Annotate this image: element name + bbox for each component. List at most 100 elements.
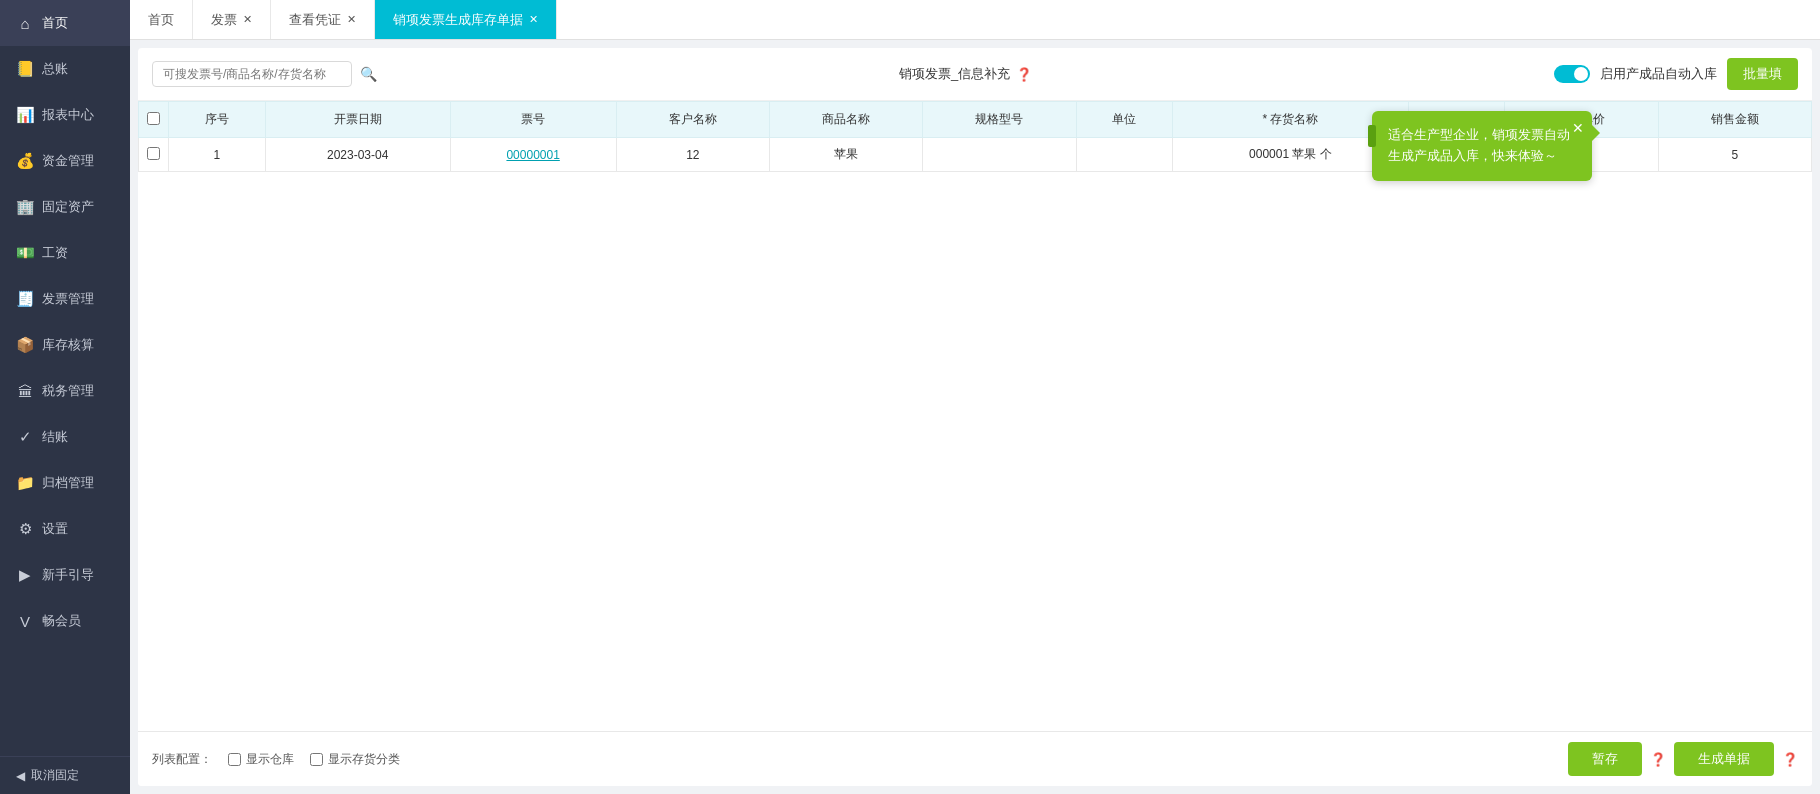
sidebar-label-payroll: 工资 xyxy=(42,244,68,262)
tab-invoice-close[interactable]: ✕ xyxy=(243,13,252,26)
show-inventory-checkbox[interactable] xyxy=(310,753,323,766)
header-number: 票号 xyxy=(450,102,616,138)
tab-voucher-close[interactable]: ✕ xyxy=(347,13,356,26)
tab-invoice-label: 发票 xyxy=(211,11,237,29)
generate-button[interactable]: 生成单据 xyxy=(1674,742,1774,776)
sidebar-label-guide: 新手引导 xyxy=(42,566,94,584)
sidebar-item-vip[interactable]: V 畅会员 xyxy=(0,598,130,644)
sidebar-label-settings: 设置 xyxy=(42,520,68,538)
settings-icon: ⚙ xyxy=(16,520,34,538)
save-button[interactable]: 暂存 xyxy=(1568,742,1642,776)
sidebar-label-inventory: 库存核算 xyxy=(42,336,94,354)
toggle-label: 启用产成品自动入库 xyxy=(1600,65,1717,83)
show-warehouse-label: 显示仓库 xyxy=(246,751,294,768)
search-icon[interactable]: 🔍 xyxy=(360,66,377,82)
center-info-icon[interactable]: ❓ xyxy=(1016,67,1032,82)
row-checkbox[interactable] xyxy=(147,147,160,160)
cell-seq: 1 xyxy=(169,138,266,172)
reports-icon: 📊 xyxy=(16,106,34,124)
tab-sales-return-close[interactable]: ✕ xyxy=(529,13,538,26)
cell-product: 苹果 xyxy=(769,138,922,172)
header-product: 商品名称 xyxy=(769,102,922,138)
sidebar-label-archive: 归档管理 xyxy=(42,474,94,492)
invoice-mgmt-icon: 🧾 xyxy=(16,290,34,308)
cancel-fixed-label: 取消固定 xyxy=(31,767,79,784)
tooltip-close-button[interactable]: ✕ xyxy=(1572,117,1584,139)
tab-voucher[interactable]: 查看凭证 ✕ xyxy=(271,0,375,39)
ledger-icon: 📒 xyxy=(16,60,34,78)
header-spec: 规格型号 xyxy=(923,102,1076,138)
sidebar-item-assets[interactable]: 🏢 固定资产 xyxy=(0,184,130,230)
row-checkbox-cell xyxy=(139,138,169,172)
toolbar-left: 🔍 xyxy=(152,61,377,87)
cell-unit xyxy=(1076,138,1173,172)
sidebar-label-assets: 固定资产 xyxy=(42,198,94,216)
tooltip-text: 适合生产型企业，销项发票自动生成产成品入库，快来体验～ xyxy=(1388,127,1570,163)
tab-sales-return[interactable]: 销项发票生成库存单据 ✕ xyxy=(375,0,557,39)
generate-info-icon[interactable]: ❓ xyxy=(1782,752,1798,767)
sidebar-item-archive[interactable]: 📁 归档管理 xyxy=(0,460,130,506)
save-info-icon[interactable]: ❓ xyxy=(1650,752,1666,767)
cell-number[interactable]: 00000001 xyxy=(450,138,616,172)
archive-icon: 📁 xyxy=(16,474,34,492)
auto-warehouse-toggle[interactable] xyxy=(1554,65,1590,83)
show-inventory-item: 显示存货分类 xyxy=(310,751,400,768)
sidebar-label-home: 首页 xyxy=(42,14,68,32)
sidebar-item-funds[interactable]: 💰 资金管理 xyxy=(0,138,130,184)
sidebar-item-ledger[interactable]: 📒 总账 xyxy=(0,46,130,92)
sidebar-label-reports: 报表中心 xyxy=(42,106,94,124)
cell-date: 2023-03-04 xyxy=(265,138,450,172)
sidebar-item-closing[interactable]: ✓ 结账 xyxy=(0,414,130,460)
sidebar-label-tax: 税务管理 xyxy=(42,382,94,400)
sidebar-item-inventory[interactable]: 📦 库存核算 xyxy=(0,322,130,368)
header-checkbox-cell xyxy=(139,102,169,138)
sidebar-item-settings[interactable]: ⚙ 设置 xyxy=(0,506,130,552)
cell-spec xyxy=(923,138,1076,172)
sidebar-label-funds: 资金管理 xyxy=(42,152,94,170)
sidebar-item-tax[interactable]: 🏛 税务管理 xyxy=(0,368,130,414)
sidebar-label-ledger: 总账 xyxy=(42,60,68,78)
show-warehouse-item: 显示仓库 xyxy=(228,751,294,768)
funds-icon: 💰 xyxy=(16,152,34,170)
sidebar-item-guide[interactable]: ▶ 新手引导 xyxy=(0,552,130,598)
cancel-fixed-button[interactable]: ◀ 取消固定 xyxy=(0,756,130,794)
guide-icon: ▶ xyxy=(16,566,34,584)
footer-left: 列表配置： 显示仓库 显示存货分类 xyxy=(152,751,400,768)
header-date: 开票日期 xyxy=(265,102,450,138)
tab-invoice[interactable]: 发票 ✕ xyxy=(193,0,271,39)
tab-sales-return-label: 销项发票生成库存单据 xyxy=(393,11,523,29)
tooltip-indicator xyxy=(1368,125,1376,147)
tooltip-bubble: ✕ 适合生产型企业，销项发票自动生成产成品入库，快来体验～ xyxy=(1372,111,1592,181)
header-unit: 单位 xyxy=(1076,102,1173,138)
sidebar-item-home[interactable]: ⌂ 首页 xyxy=(0,0,130,46)
batch-fill-button[interactable]: 批量填 xyxy=(1727,58,1798,90)
main-area: 首页 发票 ✕ 查看凭证 ✕ 销项发票生成库存单据 ✕ 🔍 销项发票_信息补充 … xyxy=(130,0,1820,794)
footer: 列表配置： 显示仓库 显示存货分类 暂存 ❓ 生成单据 ❓ xyxy=(138,731,1812,786)
toolbar-center: 销项发票_信息补充 ❓ xyxy=(899,65,1032,83)
show-inventory-label: 显示存货分类 xyxy=(328,751,400,768)
sidebar: ⌂ 首页 📒 总账 📊 报表中心 💰 资金管理 🏢 固定资产 💵 工资 🧾 发票… xyxy=(0,0,130,794)
closing-icon: ✓ xyxy=(16,428,34,446)
tax-icon: 🏛 xyxy=(16,383,34,400)
sidebar-label-vip: 畅会员 xyxy=(42,612,81,630)
header-customer: 客户名称 xyxy=(616,102,769,138)
inventory-icon: 📦 xyxy=(16,336,34,354)
sidebar-item-payroll[interactable]: 💵 工资 xyxy=(0,230,130,276)
tab-home-label: 首页 xyxy=(148,11,174,29)
toolbar-right: 启用产成品自动入库 批量填 xyxy=(1554,58,1798,90)
tabbar: 首页 发票 ✕ 查看凭证 ✕ 销项发票生成库存单据 ✕ xyxy=(130,0,1820,40)
vip-icon: V xyxy=(16,613,34,630)
show-warehouse-checkbox[interactable] xyxy=(228,753,241,766)
toolbar: 🔍 销项发票_信息补充 ❓ 启用产成品自动入库 批量填 xyxy=(138,48,1812,101)
invoice-number-link[interactable]: 00000001 xyxy=(506,148,559,162)
select-all-checkbox[interactable] xyxy=(147,112,160,125)
sidebar-item-reports[interactable]: 📊 报表中心 xyxy=(0,92,130,138)
sidebar-item-invoice-mgmt[interactable]: 🧾 发票管理 xyxy=(0,276,130,322)
search-input[interactable] xyxy=(152,61,352,87)
cancel-fixed-icon: ◀ xyxy=(16,769,25,783)
header-amount: 销售金额 xyxy=(1658,102,1811,138)
sidebar-label-closing: 结账 xyxy=(42,428,68,446)
sidebar-label-invoice-mgmt: 发票管理 xyxy=(42,290,94,308)
tab-home[interactable]: 首页 xyxy=(130,0,193,39)
footer-right: 暂存 ❓ 生成单据 ❓ xyxy=(1568,742,1798,776)
